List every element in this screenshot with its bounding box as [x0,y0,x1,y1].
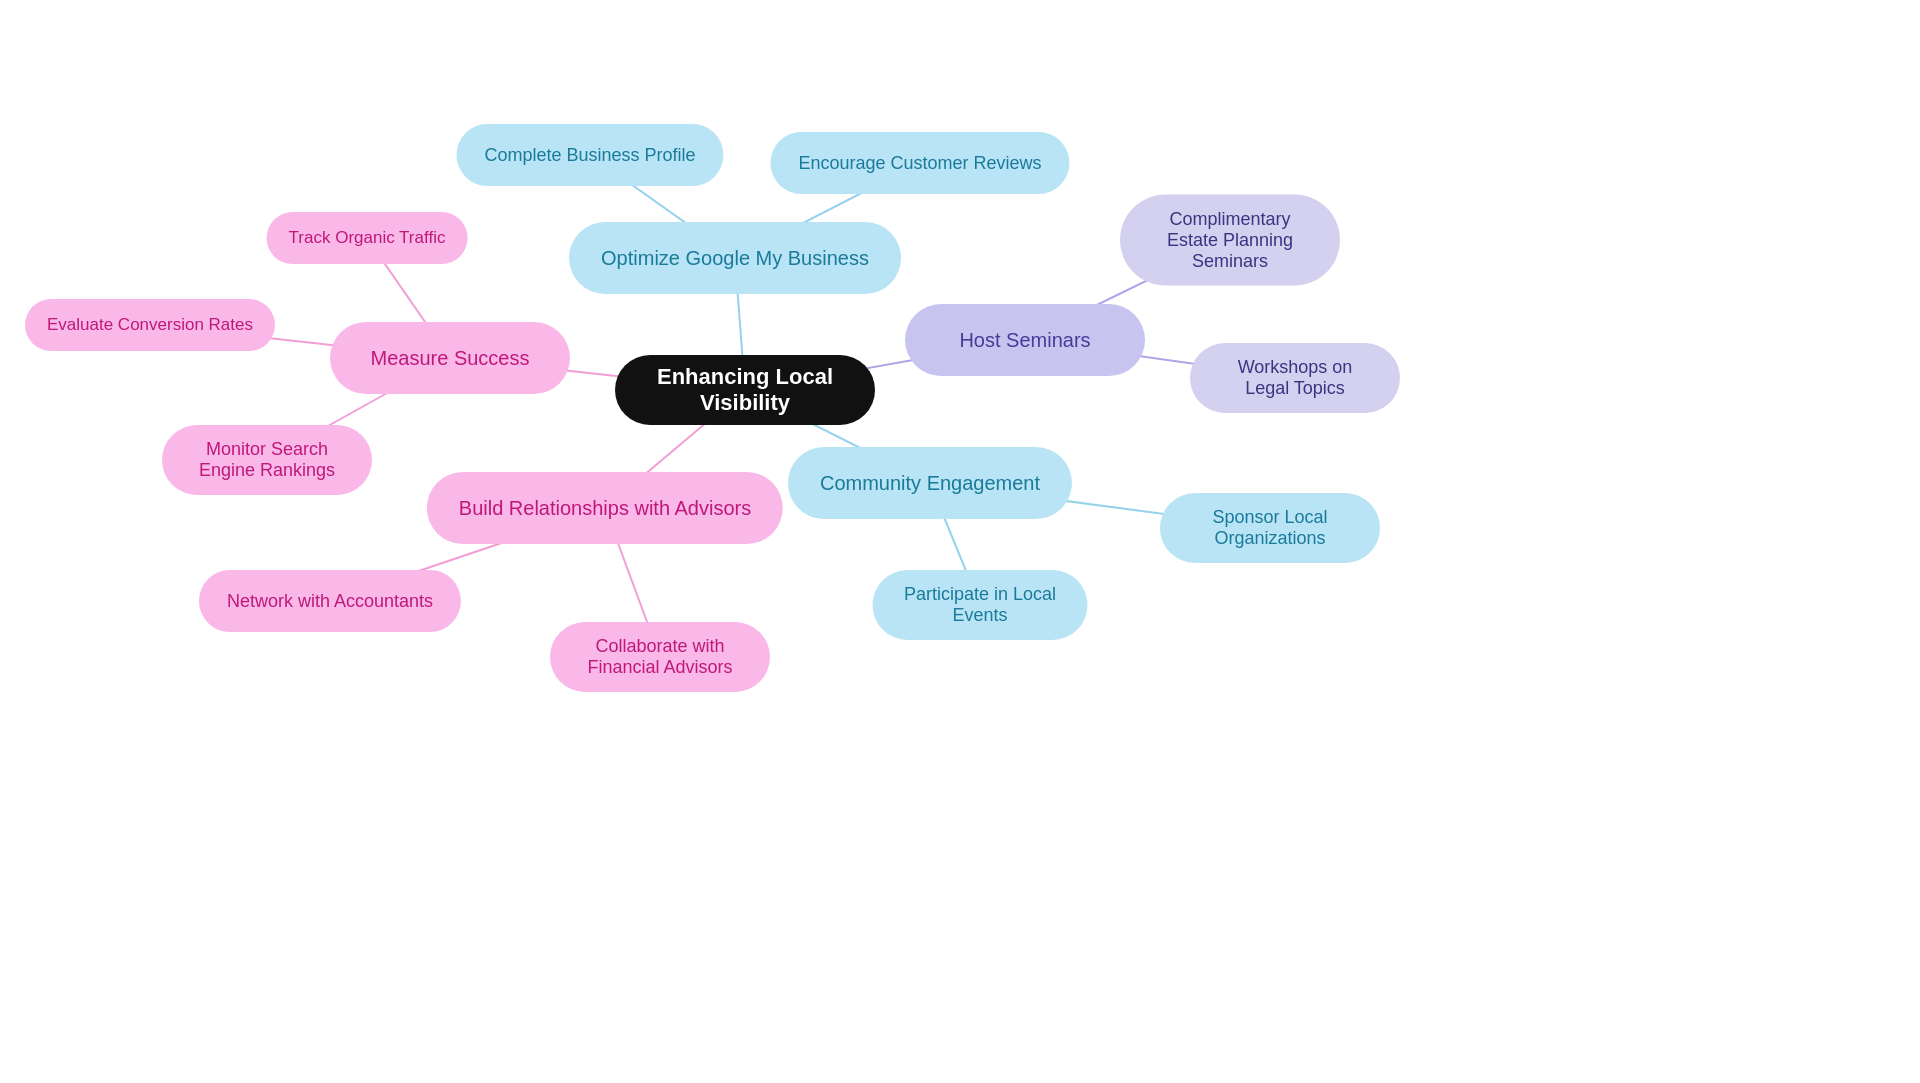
node-collaborate-financial[interactable]: Collaborate with Financial Advisors [550,622,770,692]
mindmap-container: Enhancing Local Visibility Optimize Googl… [0,0,1920,1083]
node-build-relationships[interactable]: Build Relationships with Advisors [427,472,783,544]
node-network-accountants[interactable]: Network with Accountants [199,570,461,632]
node-monitor-rankings[interactable]: Monitor Search Engine Rankings [162,425,372,495]
node-customer-reviews[interactable]: Encourage Customer Reviews [770,132,1069,194]
node-community-engagement[interactable]: Community Engagement [788,447,1072,519]
node-evaluate-conversion[interactable]: Evaluate Conversion Rates [25,299,275,351]
node-track-traffic[interactable]: Track Organic Traffic [267,212,468,264]
node-sponsor-local[interactable]: Sponsor Local Organizations [1160,493,1380,563]
node-legal-workshops[interactable]: Workshops on Legal Topics [1190,343,1400,413]
node-estate-planning[interactable]: Complimentary Estate Planning Seminars [1120,195,1340,286]
node-optimize-gmb[interactable]: Optimize Google My Business [569,222,901,294]
node-complete-profile[interactable]: Complete Business Profile [456,124,723,186]
node-host-seminars[interactable]: Host Seminars [905,304,1145,376]
node-measure-success[interactable]: Measure Success [330,322,570,394]
node-local-events[interactable]: Participate in Local Events [873,570,1088,640]
center-node[interactable]: Enhancing Local Visibility [615,355,875,425]
